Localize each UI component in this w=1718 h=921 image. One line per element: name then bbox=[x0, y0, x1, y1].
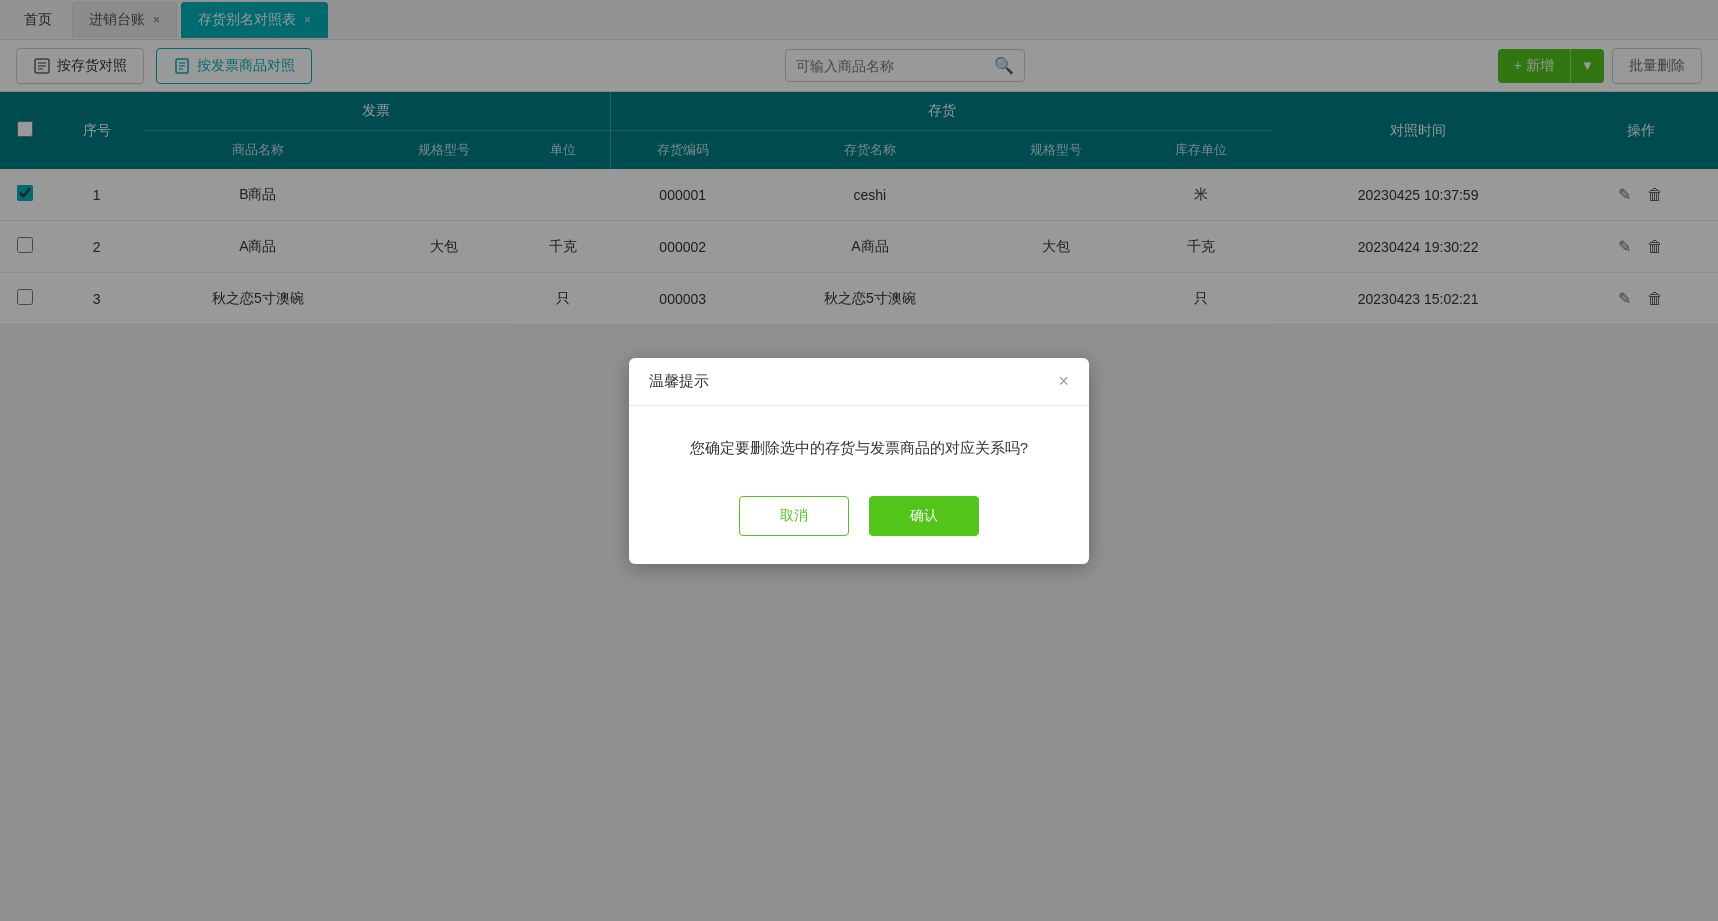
modal-footer: 取消 确认 bbox=[629, 480, 1089, 564]
modal-close-button[interactable]: × bbox=[1058, 372, 1069, 390]
cancel-button[interactable]: 取消 bbox=[739, 496, 849, 536]
confirm-button[interactable]: 确认 bbox=[869, 496, 979, 536]
modal-title: 温馨提示 bbox=[649, 372, 709, 391]
modal-overlay: 温馨提示 × 您确定要删除选中的存货与发票商品的对应关系吗? 取消 确认 bbox=[0, 0, 1718, 921]
modal-header: 温馨提示 × bbox=[629, 358, 1089, 406]
confirm-label: 确认 bbox=[910, 507, 938, 523]
modal-message: 您确定要删除选中的存货与发票商品的对应关系吗? bbox=[690, 439, 1028, 456]
cancel-label: 取消 bbox=[780, 507, 808, 523]
modal-body: 您确定要删除选中的存货与发票商品的对应关系吗? bbox=[629, 406, 1089, 480]
confirm-dialog: 温馨提示 × 您确定要删除选中的存货与发票商品的对应关系吗? 取消 确认 bbox=[629, 358, 1089, 564]
